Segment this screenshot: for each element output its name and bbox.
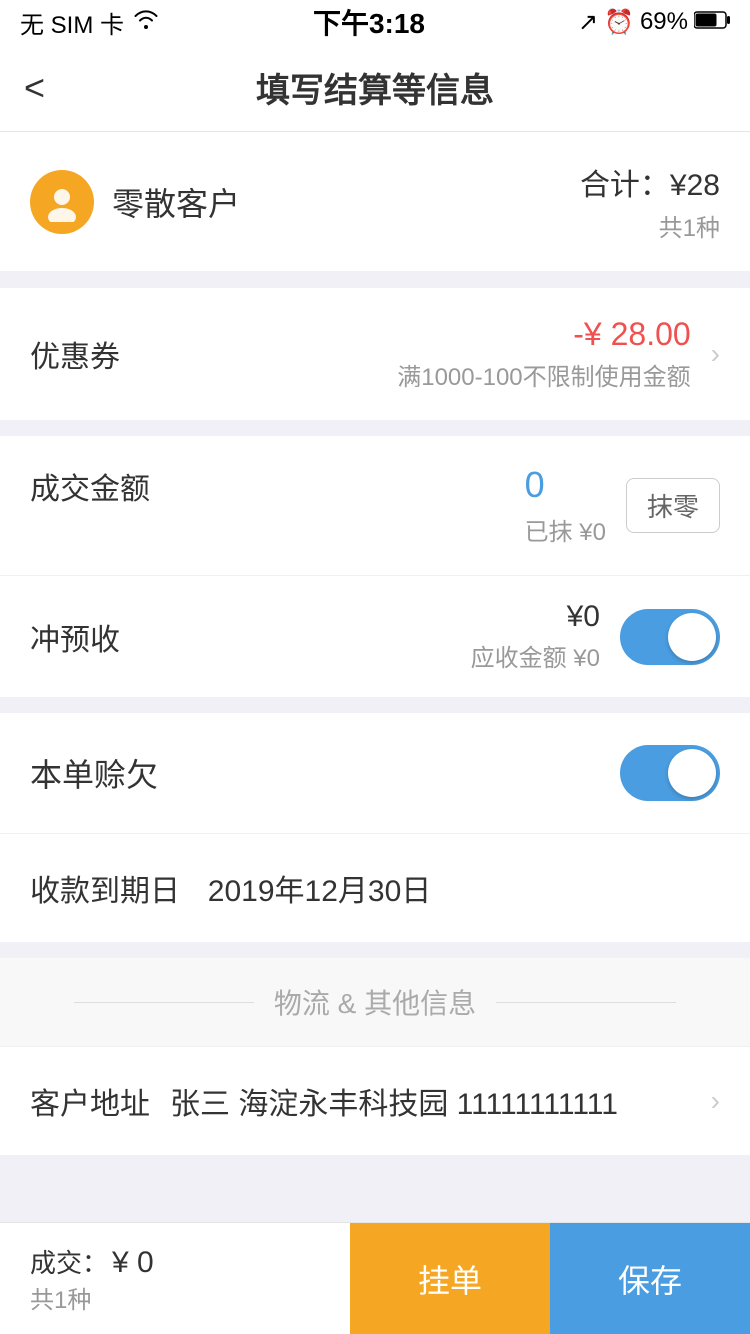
due-date-row: 收款到期日 2019年12月30日 (0, 833, 750, 942)
status-right: ↗ ⏰ 69% (578, 8, 730, 37)
due-date-label: 收款到期日 (30, 875, 180, 908)
advance-sub: 应收金额 ¥0 (471, 638, 600, 673)
deal-amount-row: 成交金额 0 已抹 ¥0 抹零 (0, 436, 750, 575)
advance-row: 冲预收 ¥0 应收金额 ¥0 (0, 575, 750, 697)
status-bar: 无 SIM 卡 下午3:18 ↗ ⏰ 69% (0, 0, 750, 44)
logistics-title-text: 物流 & 其他信息 (274, 982, 476, 1022)
deal-amount-label: 成交金额 (30, 464, 150, 508)
bottom-info: 成交： ¥ 0 共1种 (0, 1223, 350, 1334)
bottom-count: 共1种 (30, 1280, 320, 1315)
advance-right: ¥0 应收金额 ¥0 (471, 600, 720, 673)
bottom-bar: 成交： ¥ 0 共1种 挂单 保存 (0, 1222, 750, 1334)
transaction-section: 成交金额 0 已抹 ¥0 抹零 冲预收 ¥0 应收金额 ¥0 (0, 436, 750, 697)
customer-row: 零散客户 合计：¥28 共1种 (0, 132, 750, 271)
debt-toggle-knob (668, 749, 716, 797)
coupon-chevron: › (711, 338, 720, 370)
deal-sub: 已抹 ¥0 (525, 512, 606, 547)
logistics-section: 物流 & 其他信息 客户地址 张三 海淀永丰科技园 11111111111 › (0, 958, 750, 1155)
battery-label: 69% (640, 8, 688, 36)
total-amount: 合计：¥28 (580, 160, 720, 204)
debt-toggle[interactable] (620, 745, 720, 801)
deal-value: 0 (525, 464, 606, 506)
coupon-value-wrap: -¥ 28.00 满1000-100不限制使用金额 (397, 316, 690, 392)
coupon-value: -¥ 28.00 (397, 316, 690, 353)
bottom-deal-line: 成交： ¥ 0 (30, 1243, 320, 1280)
save-button[interactable]: 保存 (550, 1223, 750, 1334)
debt-label: 本单赊欠 (30, 750, 158, 796)
wifi-icon (132, 8, 160, 36)
main-content: 零散客户 合计：¥28 共1种 优惠券 -¥ 28.00 满1000-100不限… (0, 132, 750, 1291)
coupon-right: -¥ 28.00 满1000-100不限制使用金额 › (397, 316, 720, 392)
advance-label: 冲预收 (30, 615, 120, 659)
coupon-row[interactable]: 优惠券 -¥ 28.00 满1000-100不限制使用金额 › (0, 287, 750, 420)
deal-value-wrap: 0 已抹 ¥0 (525, 464, 606, 547)
customer-name: 零散客户 (112, 179, 240, 225)
no-sim-label: 无 SIM 卡 (20, 5, 124, 40)
advance-value: ¥0 (471, 600, 600, 634)
customer-avatar (30, 170, 94, 234)
back-button[interactable]: < (24, 67, 45, 109)
bottom-deal-label: 成交： (30, 1243, 108, 1280)
coupon-section: 优惠券 -¥ 28.00 满1000-100不限制使用金额 › (0, 287, 750, 420)
coupon-label: 优惠券 (30, 332, 120, 376)
advance-toggle[interactable] (620, 609, 720, 665)
debt-section: 本单赊欠 收款到期日 2019年12月30日 (0, 713, 750, 942)
debt-row: 本单赊欠 (0, 713, 750, 833)
due-date-value: 2019年12月30日 (208, 875, 431, 908)
address-value: 张三 海淀永丰科技园 11111111111 (170, 1079, 711, 1123)
deal-right: 0 已抹 ¥0 抹零 (525, 464, 720, 547)
address-chevron: › (711, 1085, 720, 1117)
page-title: 填写结算等信息 (256, 63, 494, 112)
customer-left: 零散客户 (30, 170, 240, 234)
alarm-icon: ⏰ (604, 8, 634, 37)
customer-section: 零散客户 合计：¥28 共1种 (0, 132, 750, 271)
customer-total: 合计：¥28 共1种 (580, 160, 720, 243)
advance-value-wrap: ¥0 应收金额 ¥0 (471, 600, 600, 673)
bottom-deal-value: ¥ 0 (112, 1246, 154, 1280)
nav-bar: < 填写结算等信息 (0, 44, 750, 132)
status-time: 下午3:18 (313, 2, 425, 42)
toggle-knob (668, 613, 716, 661)
location-icon: ↗ (578, 8, 598, 37)
battery-icon (694, 8, 730, 36)
hang-button[interactable]: 挂单 (350, 1223, 550, 1334)
coupon-sub: 满1000-100不限制使用金额 (397, 357, 690, 392)
status-left: 无 SIM 卡 (20, 5, 160, 40)
total-count: 共1种 (580, 208, 720, 243)
logistics-header: 物流 & 其他信息 (0, 958, 750, 1046)
address-label: 客户地址 (30, 1079, 150, 1123)
address-row[interactable]: 客户地址 张三 海淀永丰科技园 11111111111 › (0, 1046, 750, 1155)
round-zero-button[interactable]: 抹零 (626, 478, 720, 533)
logistics-title: 物流 & 其他信息 (30, 982, 720, 1022)
